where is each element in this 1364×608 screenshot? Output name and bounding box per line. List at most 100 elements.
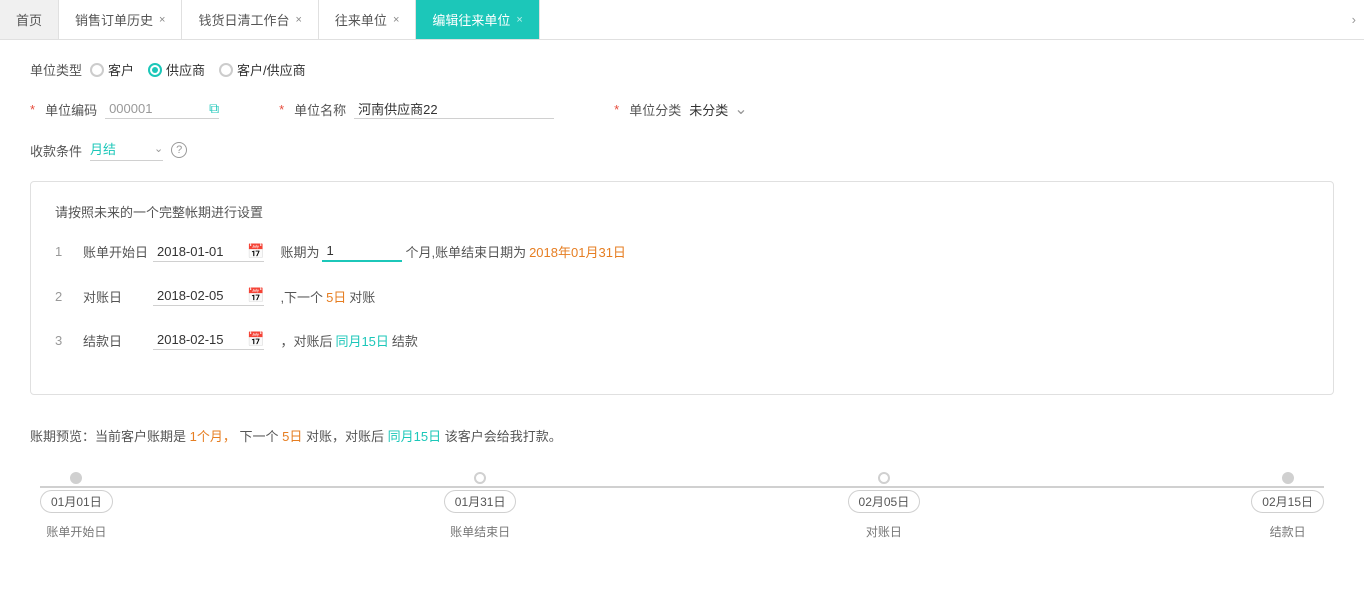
timeline: 01月01日 账单开始日 01月31日 账单结束日 02月05日 对账日 02月… (30, 472, 1334, 540)
unit-type-group: 单位类型 客户 供应商 客户/供应商 (30, 60, 306, 79)
tab-sales-order-history-label: 销售订单历史 (75, 10, 153, 29)
reconciliation-desc: ,下一个 5日 对账 (280, 287, 375, 306)
tab-partner-unit-close[interactable]: × (393, 14, 399, 26)
unit-info-row: * 单位编码 ⧉ * 单位名称 * 单位分类 未分类 ⌄ (30, 99, 1334, 119)
timeline-item-1: 01月31日 账单结束日 (444, 472, 517, 540)
preview-highlight3: 同月15日 (388, 429, 441, 444)
tab-cashflow-workbench-close[interactable]: × (295, 14, 301, 26)
tab-edit-partner-unit-close[interactable]: × (516, 14, 522, 26)
row-number-3: 3 (55, 333, 83, 348)
unit-classify-dropdown[interactable]: 未分类 ⌄ (689, 99, 747, 119)
preview-highlight1: 1个月， (190, 429, 236, 444)
billing-start-date-input[interactable] (153, 242, 243, 261)
payment-condition-dropdown[interactable]: 月结 ⌄ (90, 139, 163, 161)
billing-start-row: 1 账单开始日 📅 账期为 个月,账单结束日期为 2018年01月31日 (55, 241, 1309, 262)
tab-home[interactable]: 首页 (0, 0, 59, 39)
tab-scroll-arrow[interactable]: › (1344, 0, 1364, 39)
payment-highlight: 同月15日 (335, 331, 388, 350)
unit-name-required: * (279, 102, 284, 117)
preview-mid2: 对账，对账后 (306, 429, 384, 444)
radio-customer[interactable]: 客户 (90, 60, 134, 79)
unit-type-row: 单位类型 客户 供应商 客户/供应商 (30, 60, 1334, 79)
unit-classify-arrow-icon[interactable]: ⌄ (734, 99, 747, 119)
payment-desc: ，对账后 同月15日 结款 (280, 331, 418, 350)
reconciliation-calendar-icon[interactable]: 📅 (247, 287, 264, 304)
unit-classify-value: 未分类 (689, 100, 728, 119)
payment-suffix: 结款 (392, 331, 418, 350)
tab-cashflow-workbench[interactable]: 钱货日清工作台 × (182, 0, 318, 39)
tab-partner-unit-label: 往来单位 (335, 10, 387, 29)
period-end-highlight: 2018年01月31日 (529, 242, 626, 261)
payment-date-input[interactable] (153, 330, 243, 349)
main-content: 单位类型 客户 供应商 客户/供应商 * 单位编码 (0, 40, 1364, 608)
tab-partner-unit[interactable]: 往来单位 × (319, 0, 416, 39)
unit-classify-group: * 单位分类 未分类 ⌄ (614, 99, 748, 119)
timeline-item-0: 01月01日 账单开始日 (40, 472, 113, 540)
payment-condition-arrow-icon[interactable]: ⌄ (154, 142, 163, 155)
radio-supplier[interactable]: 供应商 (148, 60, 205, 79)
payment-condition-label: 收款条件 (30, 141, 82, 160)
timeline-items: 01月01日 账单开始日 01月31日 账单结束日 02月05日 对账日 02月… (40, 472, 1324, 540)
unit-name-group: * 单位名称 (279, 99, 554, 119)
unit-code-input[interactable] (105, 99, 205, 118)
unit-name-input[interactable] (354, 99, 554, 118)
payment-condition-row: 收款条件 月结 ⌄ ? (30, 139, 1334, 161)
billing-start-calendar-icon[interactable]: 📅 (247, 243, 264, 260)
tab-sales-order-history[interactable]: 销售订单历史 × (59, 0, 182, 39)
unit-code-group: * 单位编码 ⧉ (30, 99, 219, 119)
radio-customer-supplier[interactable]: 客户/供应商 (219, 60, 306, 79)
timeline-badge-0: 01月01日 (40, 490, 113, 513)
preview-prefix: 账期预览：当前客户账期是 (30, 429, 186, 444)
radio-customer-circle (90, 63, 104, 77)
tabs-bar: 首页 销售订单历史 × 钱货日清工作台 × 往来单位 × 编辑往来单位 × › (0, 0, 1364, 40)
radio-supplier-label: 供应商 (166, 60, 205, 79)
unit-name-label: 单位名称 (294, 100, 346, 119)
preview-text: 账期预览：当前客户账期是 1个月， 下一个 5日 对账，对账后 同月15日 该客… (30, 427, 1334, 448)
help-icon[interactable]: ? (171, 142, 187, 158)
tab-cashflow-workbench-label: 钱货日清工作台 (198, 10, 289, 29)
billing-start-desc: 账期为 个月,账单结束日期为 2018年01月31日 (280, 241, 625, 262)
reconciliation-row: 2 对账日 📅 ,下一个 5日 对账 (55, 286, 1309, 306)
radio-customer-label: 客户 (108, 60, 134, 79)
tab-edit-partner-unit[interactable]: 编辑往来单位 × (416, 0, 539, 39)
payment-calendar-icon[interactable]: 📅 (247, 331, 264, 348)
period-prefix: 账期为 (280, 242, 319, 261)
radio-customer-supplier-circle (219, 63, 233, 77)
tab-edit-partner-unit-label: 编辑往来单位 (432, 10, 510, 29)
copy-icon[interactable]: ⧉ (209, 100, 219, 117)
timeline-item-3: 02月15日 结款日 (1251, 472, 1324, 540)
row-number-2: 2 (55, 289, 83, 304)
period-value-input[interactable] (322, 241, 402, 262)
reconciliation-prefix: ,下一个 (280, 287, 323, 306)
row-number-1: 1 (55, 244, 83, 259)
timeline-badge-1: 01月31日 (444, 490, 517, 513)
unit-code-input-group: ⧉ (105, 99, 219, 119)
period-unit: 个月,账单结束日期为 (405, 242, 526, 261)
preview-highlight2: 5日 (282, 429, 302, 444)
timeline-caption-0: 账单开始日 (46, 523, 106, 540)
unit-classify-required: * (614, 102, 619, 117)
unit-type-radio-group: 客户 供应商 客户/供应商 (90, 60, 306, 79)
payment-row: 3 结款日 📅 ，对账后 同月15日 结款 (55, 330, 1309, 350)
billing-period-card: 请按照未来的一个完整帐期进行设置 1 账单开始日 📅 账期为 个月,账单结束日期… (30, 181, 1334, 395)
radio-customer-supplier-label: 客户/供应商 (237, 60, 306, 79)
reconciliation-date-group: 📅 (153, 286, 264, 306)
timeline-caption-3: 结款日 (1270, 523, 1306, 540)
timeline-item-2: 02月05日 对账日 (848, 472, 921, 540)
payment-label: 结款日 (83, 331, 153, 350)
unit-code-required: * (30, 102, 35, 117)
preview-mid1: 下一个 (240, 429, 279, 444)
billing-start-label: 账单开始日 (83, 242, 153, 261)
reconciliation-label: 对账日 (83, 287, 153, 306)
billing-start-date-group: 📅 (153, 242, 264, 262)
payment-date-group: 📅 (153, 330, 264, 350)
payment-condition-group: 收款条件 月结 ⌄ ? (30, 139, 187, 161)
payment-prefix: ，对账后 (280, 331, 332, 350)
reconciliation-date-input[interactable] (153, 286, 243, 305)
preview-section: 账期预览：当前客户账期是 1个月， 下一个 5日 对账，对账后 同月15日 该客… (30, 411, 1334, 548)
tab-sales-order-history-close[interactable]: × (159, 14, 165, 26)
unit-classify-label: 单位分类 (629, 100, 681, 119)
timeline-badge-3: 02月15日 (1251, 490, 1324, 513)
preview-suffix: 该客户会给我打款。 (445, 429, 562, 444)
unit-type-label: 单位类型 (30, 60, 82, 79)
